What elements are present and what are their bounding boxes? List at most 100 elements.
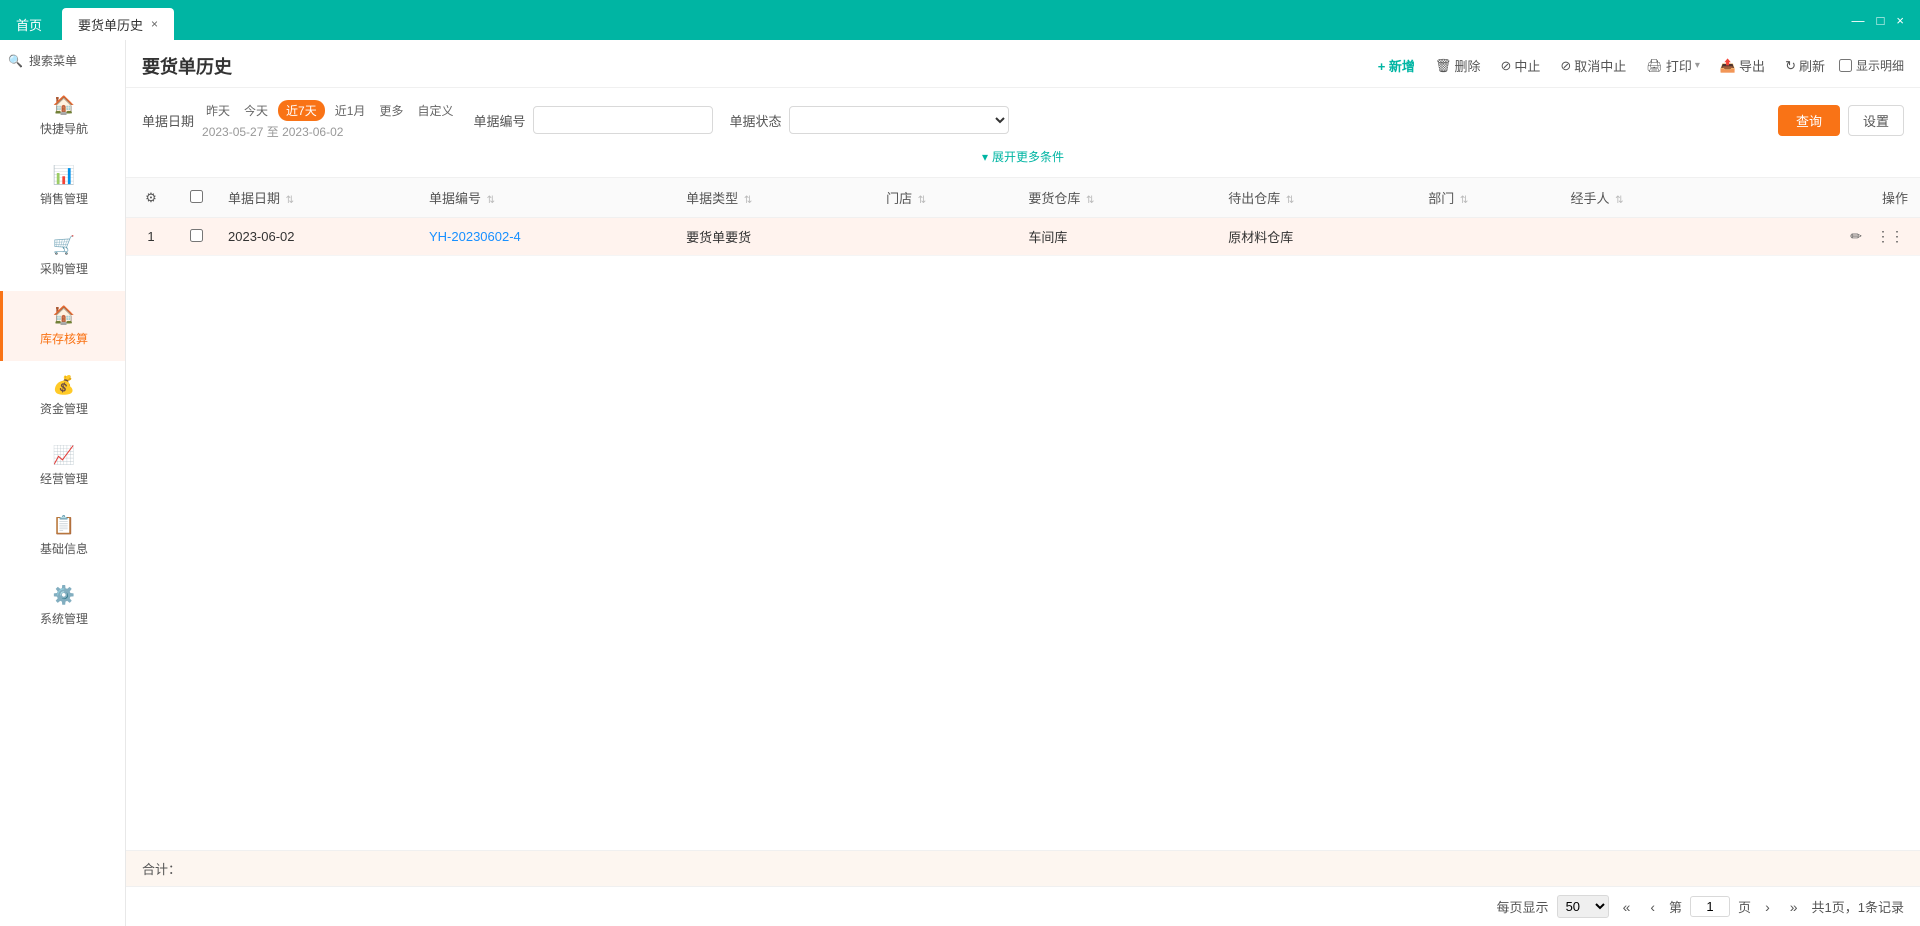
doc-number-filter-group: 单据编号: [473, 106, 713, 134]
page-number-input[interactable]: [1690, 896, 1730, 917]
date-shortcut-custom[interactable]: 自定义: [413, 100, 457, 121]
row-actions: ✏ ⋮⋮: [1742, 226, 1908, 247]
th-doc-number-label: 单据编号: [429, 191, 481, 206]
sidebar-search[interactable]: 🔍 搜索菜单: [0, 40, 125, 81]
display-detail-checkbox[interactable]: 显示明细: [1839, 57, 1904, 74]
table-body: 1 2023-06-02 YH-20230602-4 要货单要货 车间库: [126, 218, 1920, 256]
row-more-button[interactable]: ⋮⋮: [1872, 226, 1908, 247]
sidebar-item-purchase-label: 采购管理: [40, 260, 88, 277]
new-button[interactable]: + 新增: [1372, 52, 1421, 79]
row-checkbox[interactable]: [190, 229, 203, 242]
date-shortcut-7days[interactable]: 近7天: [278, 100, 325, 121]
main-layout: 🔍 搜索菜单 🏠 快捷导航 📊 销售管理 🛒 采购管理 🏠 库存核算 💰 资金管…: [0, 40, 1920, 926]
last-page-button[interactable]: »: [1784, 896, 1804, 918]
sort-handler-icon: ⇅: [1615, 195, 1623, 206]
suspend-button[interactable]: ⊘ 中止: [1494, 52, 1546, 79]
settings-button[interactable]: 设置: [1848, 105, 1904, 136]
th-pending-warehouse[interactable]: 待出仓库 ⇅: [1216, 178, 1416, 218]
sort-doc-date-icon: ⇅: [286, 195, 294, 206]
expand-more-button[interactable]: ▾ 展开更多条件: [142, 148, 1904, 165]
window-maximize[interactable]: □: [1877, 13, 1885, 28]
finance-icon: 💰: [53, 375, 75, 396]
th-doc-type[interactable]: 单据类型 ⇅: [674, 178, 874, 218]
cell-doc-date: 2023-06-02: [216, 218, 417, 256]
new-label: + 新增: [1378, 56, 1415, 75]
print-label: 打印: [1666, 56, 1692, 75]
th-req-warehouse[interactable]: 要货仓库 ⇅: [1016, 178, 1216, 218]
th-doc-date[interactable]: 单据日期 ⇅: [216, 178, 417, 218]
th-store[interactable]: 门店 ⇅: [874, 178, 1016, 218]
content-area: 要货单历史 + 新增 🗑 删除 ⊘ 中止 ⊘ 取消中止: [126, 40, 1920, 926]
export-button[interactable]: 📤 导出: [1714, 52, 1771, 79]
print-button[interactable]: 🖨 打印 ▾: [1640, 52, 1706, 79]
doc-status-select[interactable]: [789, 106, 1009, 134]
sidebar-item-purchase[interactable]: 🛒 采购管理: [0, 221, 125, 291]
tab-order-history[interactable]: 要货单历史 ×: [62, 8, 174, 40]
table-row[interactable]: 1 2023-06-02 YH-20230602-4 要货单要货 车间库: [126, 218, 1920, 256]
suspend-label: 中止: [1514, 56, 1540, 75]
print-icon: 🖨: [1646, 58, 1663, 74]
window-minimize[interactable]: —: [1852, 13, 1865, 28]
sales-icon: 📊: [53, 165, 75, 186]
sidebar-item-system[interactable]: ⚙️ 系统管理: [0, 571, 125, 641]
cell-handler: [1558, 218, 1729, 256]
date-shortcut-today[interactable]: 今天: [240, 100, 272, 121]
th-checkbox: [176, 178, 216, 218]
window-close[interactable]: ×: [1896, 13, 1904, 28]
date-shortcut-1month[interactable]: 近1月: [331, 100, 370, 121]
print-dropdown-icon: ▾: [1695, 60, 1700, 71]
query-button[interactable]: 查询: [1778, 105, 1840, 136]
date-filter-group: 单据日期 昨天 今天 近7天 近1月 更多 自定义 2023-05-27 至 2…: [142, 100, 457, 140]
sort-doc-number-icon: ⇅: [487, 195, 495, 206]
tab-home[interactable]: 首页: [0, 8, 58, 40]
cell-req-warehouse: 车间库: [1016, 218, 1216, 256]
quicknav-icon: 🏠: [53, 95, 75, 116]
cell-store: [874, 218, 1016, 256]
close-tab-icon[interactable]: ×: [151, 17, 158, 31]
delete-button[interactable]: 🗑 删除: [1429, 52, 1487, 79]
cancel-suspend-icon: ⊘: [1560, 58, 1571, 74]
sort-req-warehouse-icon: ⇅: [1086, 195, 1094, 206]
sidebar-item-finance[interactable]: 💰 资金管理: [0, 361, 125, 431]
prev-page-button[interactable]: ‹: [1644, 896, 1661, 918]
doc-number-input[interactable]: [533, 106, 713, 134]
th-req-warehouse-label: 要货仓库: [1028, 191, 1080, 206]
select-all-checkbox[interactable]: [190, 190, 203, 203]
total-info: 共1页，1条记录: [1812, 897, 1904, 916]
th-doc-number[interactable]: 单据编号 ⇅: [417, 178, 674, 218]
th-operations-label: 操作: [1882, 191, 1908, 206]
sidebar-item-quicknav[interactable]: 🏠 快捷导航: [0, 81, 125, 151]
delete-label: 删除: [1454, 56, 1480, 75]
date-range-display: 2023-05-27 至 2023-06-02: [202, 123, 457, 140]
table-footer: 合计：: [126, 850, 1920, 886]
date-shortcut-yesterday[interactable]: 昨天: [202, 100, 234, 121]
sidebar-item-operations[interactable]: 📈 经营管理: [0, 431, 125, 501]
sidebar-item-inventory[interactable]: 🏠 库存核算: [0, 291, 125, 361]
basic-info-icon: 📋: [53, 515, 75, 536]
row-edit-button[interactable]: ✏: [1846, 226, 1866, 247]
cancel-suspend-button[interactable]: ⊘ 取消中止: [1554, 52, 1632, 79]
sort-pending-warehouse-icon: ⇅: [1286, 195, 1294, 206]
doc-number-link[interactable]: YH-20230602-4: [429, 229, 521, 244]
th-dept[interactable]: 部门 ⇅: [1416, 178, 1558, 218]
sidebar-item-sales-label: 销售管理: [40, 190, 88, 207]
date-shortcut-more[interactable]: 更多: [375, 100, 407, 121]
th-settings[interactable]: ⚙: [126, 178, 176, 218]
page-container: 要货单历史 + 新增 🗑 删除 ⊘ 中止 ⊘ 取消中止: [126, 40, 1920, 926]
doc-number-label: 单据编号: [473, 111, 525, 130]
search-icon: 🔍: [8, 54, 23, 68]
display-detail-input[interactable]: [1839, 59, 1852, 72]
table-container: ⚙ 单据日期 ⇅ 单据编号 ⇅: [126, 178, 1920, 850]
refresh-button[interactable]: ↻ 刷新: [1779, 52, 1831, 79]
per-page-select[interactable]: 50 100 200: [1557, 895, 1609, 918]
th-pending-warehouse-label: 待出仓库: [1228, 191, 1280, 206]
next-page-button[interactable]: ›: [1759, 896, 1776, 918]
sort-doc-type-icon: ⇅: [744, 195, 752, 206]
first-page-button[interactable]: «: [1617, 896, 1637, 918]
th-handler-label: 经手人: [1570, 191, 1609, 206]
th-handler[interactable]: 经手人 ⇅: [1558, 178, 1729, 218]
filter-area: 单据日期 昨天 今天 近7天 近1月 更多 自定义 2023-05-27 至 2…: [126, 88, 1920, 178]
sidebar-item-basic-info[interactable]: 📋 基础信息: [0, 501, 125, 571]
sidebar-item-sales[interactable]: 📊 销售管理: [0, 151, 125, 221]
th-dept-label: 部门: [1428, 191, 1454, 206]
